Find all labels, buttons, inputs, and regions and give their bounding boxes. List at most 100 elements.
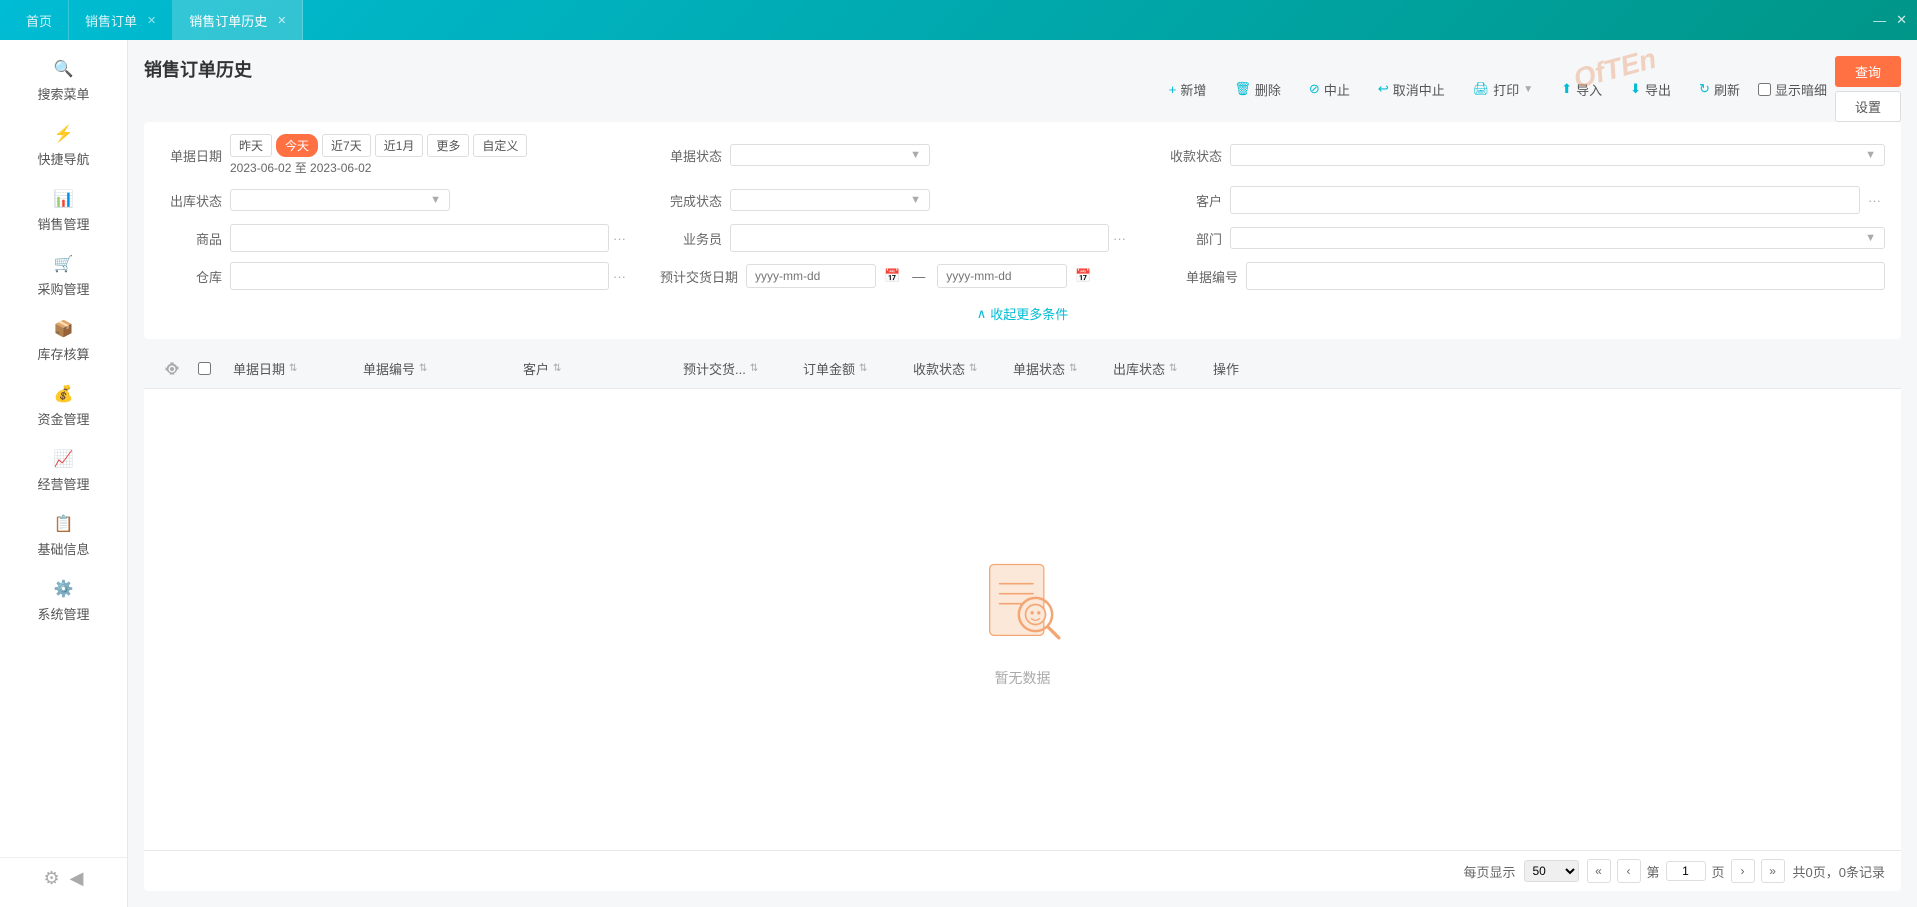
empty-illustration xyxy=(973,552,1073,652)
out-status-select[interactable]: ▼ xyxy=(230,189,450,211)
sidebar-item-inventory[interactable]: 📦 库存核算 xyxy=(0,308,127,373)
import-icon: ⬆ xyxy=(1561,81,1572,97)
th-payment-status[interactable]: 收款状态 ⇅ xyxy=(907,351,1007,386)
product-control: ··· xyxy=(230,224,630,252)
complete-status-select[interactable]: ▼ xyxy=(730,189,930,211)
th-action: 操作 xyxy=(1207,351,1893,386)
prev-page-btn[interactable]: ‹ xyxy=(1617,859,1641,883)
doc-status-select[interactable]: ▼ xyxy=(730,144,930,166)
calendar-from-icon[interactable]: 📅 xyxy=(884,268,900,284)
close-sales-history-tab[interactable]: ✕ xyxy=(277,14,286,27)
salesman-input[interactable] xyxy=(730,224,1109,252)
salesman-control: ··· xyxy=(730,224,1130,252)
delivery-date-to[interactable] xyxy=(937,264,1067,288)
calendar-to-icon[interactable]: 📅 xyxy=(1075,268,1091,284)
toolbar: + 新增 🗑 删除 ⊘ 中止 ↩ 取消中止 🖨 打印 xyxy=(1159,56,1901,122)
sidebar-item-system[interactable]: ⚙️ 系统管理 xyxy=(0,568,127,633)
settings-button[interactable]: 设置 xyxy=(1835,91,1901,122)
complete-status-label: 完成状态 xyxy=(660,191,730,210)
tab-sales-history[interactable]: 销售订单历史 ✕ xyxy=(173,0,303,40)
sidebar-settings-icon[interactable]: ⚙ xyxy=(44,868,60,889)
sidebar-item-finance[interactable]: 💰 资金管理 xyxy=(0,373,127,438)
sidebar-item-operations[interactable]: 📈 经营管理 xyxy=(0,438,127,503)
date-range-display: 2023-06-02 至 2023-06-02 xyxy=(230,159,527,176)
sort-payment-icon: ⇅ xyxy=(969,363,977,374)
filter-row-4: 仓库 ··· 预计交货日期 📅 — 📅 单据编号 xyxy=(160,262,1885,290)
query-settings-group: 查询 设置 xyxy=(1835,56,1901,122)
customer-input[interactable] xyxy=(1230,186,1860,214)
date-yesterday[interactable]: 昨天 xyxy=(230,134,272,157)
th-customer[interactable]: 客户 ⇅ xyxy=(517,351,677,386)
cancel-stop-button[interactable]: ↩ 取消中止 xyxy=(1368,75,1455,104)
th-docnum[interactable]: 单据编号 ⇅ xyxy=(357,351,517,386)
display-columns-checkbox[interactable] xyxy=(1758,83,1771,96)
docnum-input[interactable] xyxy=(1246,262,1885,290)
select-all-checkbox[interactable] xyxy=(198,362,211,375)
new-button[interactable]: + 新增 xyxy=(1159,75,1217,104)
page-word: 第 xyxy=(1647,862,1660,881)
filter-row-2: 出库状态 ▼ 完成状态 ▼ 客户 ··· xyxy=(160,186,1885,214)
page-header: 销售订单历史 + 新增 🗑 删除 ⊘ 中止 ↩ 取消中止 xyxy=(144,56,1901,122)
complete-status-control: ▼ xyxy=(730,189,1130,211)
th-doc-status[interactable]: 单据状态 ⇅ xyxy=(1007,351,1107,386)
doc-status-label: 单据状态 xyxy=(660,146,730,165)
doc-status-arrow: ▼ xyxy=(910,149,921,161)
product-ellipsis[interactable]: ··· xyxy=(609,231,630,246)
salesman-ellipsis[interactable]: ··· xyxy=(1109,231,1130,246)
stop-button[interactable]: ⊘ 中止 xyxy=(1299,75,1360,104)
last-page-btn[interactable]: » xyxy=(1761,859,1785,883)
delete-button[interactable]: 🗑 删除 xyxy=(1224,75,1291,104)
warehouse-ellipsis[interactable]: ··· xyxy=(609,269,630,284)
window-minimize[interactable]: — xyxy=(1873,13,1886,28)
date-7days[interactable]: 近7天 xyxy=(322,134,371,157)
date-label: 单据日期 xyxy=(160,146,230,165)
th-checkbox[interactable] xyxy=(192,354,227,383)
display-columns-toggle[interactable]: 显示暗细 xyxy=(1758,80,1827,99)
stop-icon: ⊘ xyxy=(1309,81,1320,97)
page-size-select[interactable]: 50 10 20 100 xyxy=(1524,860,1579,882)
date-custom[interactable]: 自定义 xyxy=(473,134,527,157)
sidebar-item-sales[interactable]: 📊 销售管理 xyxy=(0,178,127,243)
department-select[interactable]: ▼ xyxy=(1230,227,1885,249)
print-button[interactable]: 🖨 打印 ▼ xyxy=(1463,75,1543,104)
th-date[interactable]: 单据日期 ⇅ xyxy=(227,351,357,386)
date-shortcuts: 昨天 今天 近7天 近1月 更多 自定义 xyxy=(230,134,527,157)
delivery-date-from[interactable] xyxy=(746,264,876,288)
th-delivery[interactable]: 预计交货... ⇅ xyxy=(677,351,797,386)
page-input[interactable] xyxy=(1666,861,1706,881)
sidebar-label-system: 系统管理 xyxy=(37,604,89,623)
sidebar-item-basicinfo[interactable]: 📋 基础信息 xyxy=(0,503,127,568)
th-amount[interactable]: 订单金额 ⇅ xyxy=(797,351,907,386)
pay-status-select[interactable]: ▼ xyxy=(1230,144,1885,166)
sidebar-collapse-icon[interactable]: ◀ xyxy=(70,868,84,889)
sidebar-label-quicknav: 快捷导航 xyxy=(37,149,89,168)
tab-sales-order[interactable]: 销售订单 ✕ xyxy=(69,0,173,40)
chevron-up-icon: ∧ xyxy=(977,306,987,322)
purchase-icon: 🛒 xyxy=(53,253,75,275)
window-close[interactable]: ✕ xyxy=(1896,12,1907,28)
collapse-row[interactable]: ∧ 收起更多条件 xyxy=(160,300,1885,327)
date-more[interactable]: 更多 xyxy=(427,134,469,157)
warehouse-input[interactable] xyxy=(230,262,609,290)
query-button[interactable]: 查询 xyxy=(1835,56,1901,87)
first-page-btn[interactable]: « xyxy=(1587,859,1611,883)
sidebar-item-search[interactable]: 🔍 搜索菜单 xyxy=(0,48,127,113)
customer-ellipsis[interactable]: ··· xyxy=(1864,193,1885,208)
date-today[interactable]: 今天 xyxy=(276,134,318,157)
customer-label: 客户 xyxy=(1160,191,1230,210)
next-page-btn[interactable]: › xyxy=(1731,859,1755,883)
th-out-status[interactable]: 出库状态 ⇅ xyxy=(1107,351,1207,386)
basicinfo-icon: 📋 xyxy=(53,513,75,535)
th-settings[interactable] xyxy=(152,353,192,385)
empty-text: 暂无数据 xyxy=(995,668,1051,688)
sidebar-item-quicknav[interactable]: ⚡ 快捷导航 xyxy=(0,113,127,178)
out-status-label: 出库状态 xyxy=(160,191,230,210)
product-input[interactable] xyxy=(230,224,609,252)
close-sales-order-tab[interactable]: ✕ xyxy=(147,14,156,27)
export-button[interactable]: ⬇ 导出 xyxy=(1620,75,1681,104)
tab-home[interactable]: 销售订单历史 首页 xyxy=(10,0,69,40)
refresh-button[interactable]: ↻ 刷新 xyxy=(1689,75,1750,104)
import-button[interactable]: ⬆ 导入 xyxy=(1551,75,1612,104)
sidebar-item-purchase[interactable]: 🛒 采购管理 xyxy=(0,243,127,308)
date-1month[interactable]: 近1月 xyxy=(375,134,424,157)
